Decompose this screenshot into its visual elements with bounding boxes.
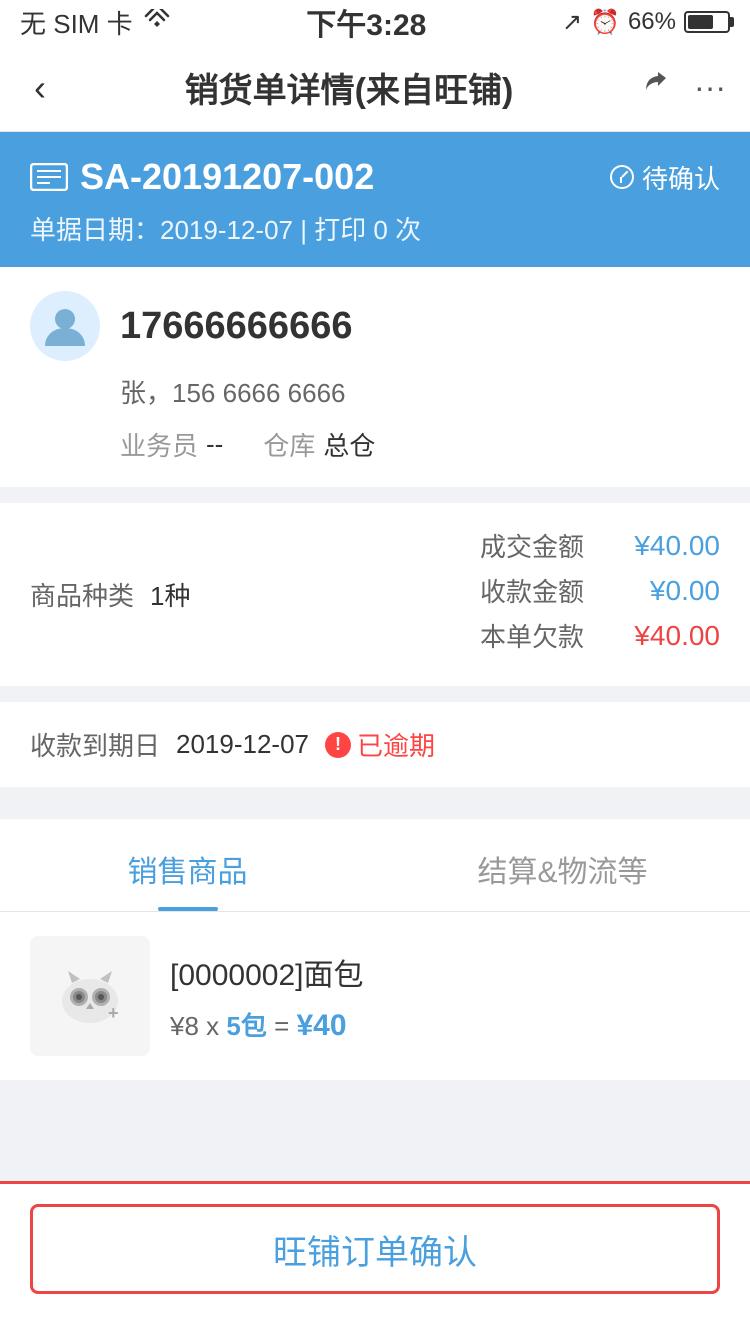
avatar [30, 291, 100, 361]
customer-phone-row: 17666666666 [30, 291, 720, 361]
total-price: ¥40 [296, 1009, 346, 1042]
deal-label: 成交金额 [480, 527, 584, 564]
tabs-container: 销售商品 结算&物流等 [0, 819, 750, 1081]
carrier-text: 无 SIM 卡 [20, 4, 133, 41]
deal-value: ¥40.00 [600, 530, 720, 562]
summary-card: 商品种类 1种 成交金额 ¥40.00 收款金额 ¥0.00 本单欠款 ¥40.… [0, 503, 750, 686]
salesperson-item: 业务员 -- [120, 426, 223, 463]
tabs-row: 销售商品 结算&物流等 [0, 819, 750, 912]
battery-icon [684, 11, 730, 33]
alarm-icon: ⏰ [590, 8, 620, 37]
order-date: 单据日期：2019-12-07 | 打印 0 次 [30, 210, 720, 247]
quantity: 5包 [226, 1011, 266, 1041]
tab-settlement-logistics[interactable]: 结算&物流等 [375, 819, 750, 911]
customer-phone: 17666666666 [120, 305, 352, 348]
product-category: 商品种类 1种 [30, 576, 190, 613]
product-info: [0000002]面包 ¥8 x 5包 = ¥40 [170, 950, 720, 1043]
warehouse-value: 总仓 [323, 426, 375, 463]
overdue-badge: ! 已逾期 [325, 726, 435, 763]
balance-value: ¥40.00 [600, 620, 720, 652]
due-date-label: 收款到期日 [30, 726, 160, 763]
back-button[interactable]: ‹ [24, 57, 56, 119]
payment-value: ¥0.00 [600, 575, 720, 607]
location-icon: ↗ [562, 8, 582, 37]
status-left: 无 SIM 卡 [20, 4, 171, 41]
order-doc-icon [30, 163, 68, 191]
tab-sales-products[interactable]: 销售商品 [0, 819, 375, 911]
order-header: SA-20191207-002 待确认 单据日期：2019-12-07 | 打印… [0, 132, 750, 267]
product-image: + [50, 961, 130, 1031]
battery-text: 66% [628, 8, 676, 36]
status-text: 待确认 [642, 159, 720, 196]
warehouse-item: 仓库 总仓 [263, 426, 375, 463]
status-bar: 无 SIM 卡 下午3:28 ↗ ⏰ 66% [0, 0, 750, 44]
divider-2 [0, 686, 750, 702]
category-value: 1种 [150, 576, 190, 613]
balance-amount-row: 本单欠款 ¥40.00 [480, 617, 720, 654]
order-number-row: SA-20191207-002 [30, 156, 374, 198]
due-card: 收款到期日 2019-12-07 ! 已逾期 [0, 702, 750, 787]
customer-meta: 业务员 -- 仓库 总仓 [120, 426, 720, 463]
overdue-icon: ! [325, 732, 351, 758]
category-label: 商品种类 [30, 576, 134, 613]
divider-1 [0, 487, 750, 503]
product-thumbnail: + [30, 936, 150, 1056]
warehouse-label: 仓库 [263, 426, 315, 463]
status-right: ↗ ⏰ 66% [562, 8, 730, 37]
order-status: 待确认 [610, 159, 720, 196]
divider-3 [0, 787, 750, 803]
amounts-block: 成交金额 ¥40.00 收款金额 ¥0.00 本单欠款 ¥40.00 [480, 527, 720, 662]
svg-text:+: + [108, 1003, 119, 1023]
share-icon[interactable] [642, 68, 674, 108]
product-item: + [0000002]面包 ¥8 x 5包 = ¥40 [0, 912, 750, 1081]
customer-name: 张，156 6666 6666 [120, 373, 720, 410]
due-date-value: 2019-12-07 [176, 729, 309, 760]
product-price: ¥8 x 5包 = ¥40 [170, 1006, 720, 1043]
salesperson-value: -- [206, 429, 223, 460]
payment-label: 收款金额 [480, 572, 584, 609]
avatar-icon [40, 301, 90, 351]
wifi-icon [143, 7, 171, 38]
product-list: + [0000002]面包 ¥8 x 5包 = ¥40 [0, 912, 750, 1081]
summary-main-row: 商品种类 1种 成交金额 ¥40.00 收款金额 ¥0.00 本单欠款 ¥40.… [30, 527, 720, 662]
more-icon[interactable]: ··· [694, 69, 726, 106]
deal-amount-row: 成交金额 ¥40.00 [480, 527, 720, 564]
equals-sign: = [267, 1011, 297, 1041]
product-name: [0000002]面包 [170, 950, 720, 994]
nav-actions: ··· [642, 68, 726, 108]
balance-label: 本单欠款 [480, 617, 584, 654]
price-formula: ¥8 x [170, 1011, 226, 1041]
order-id: SA-20191207-002 [80, 156, 374, 198]
nav-bar: ‹ 销货单详情(来自旺铺) ··· [0, 44, 750, 132]
customer-card: 17666666666 张，156 6666 6666 业务员 -- 仓库 总仓 [0, 267, 750, 487]
confirm-order-button[interactable]: 旺铺订单确认 [30, 1204, 720, 1294]
status-time: 下午3:28 [306, 0, 426, 44]
overdue-text: 已逾期 [357, 726, 435, 763]
payment-amount-row: 收款金额 ¥0.00 [480, 572, 720, 609]
salesperson-label: 业务员 [120, 426, 198, 463]
page-title: 销货单详情(来自旺铺) [185, 63, 514, 112]
clock-icon [610, 165, 634, 189]
bottom-area: 旺铺订单确认 [0, 1181, 750, 1334]
due-row: 收款到期日 2019-12-07 ! 已逾期 [30, 726, 720, 763]
